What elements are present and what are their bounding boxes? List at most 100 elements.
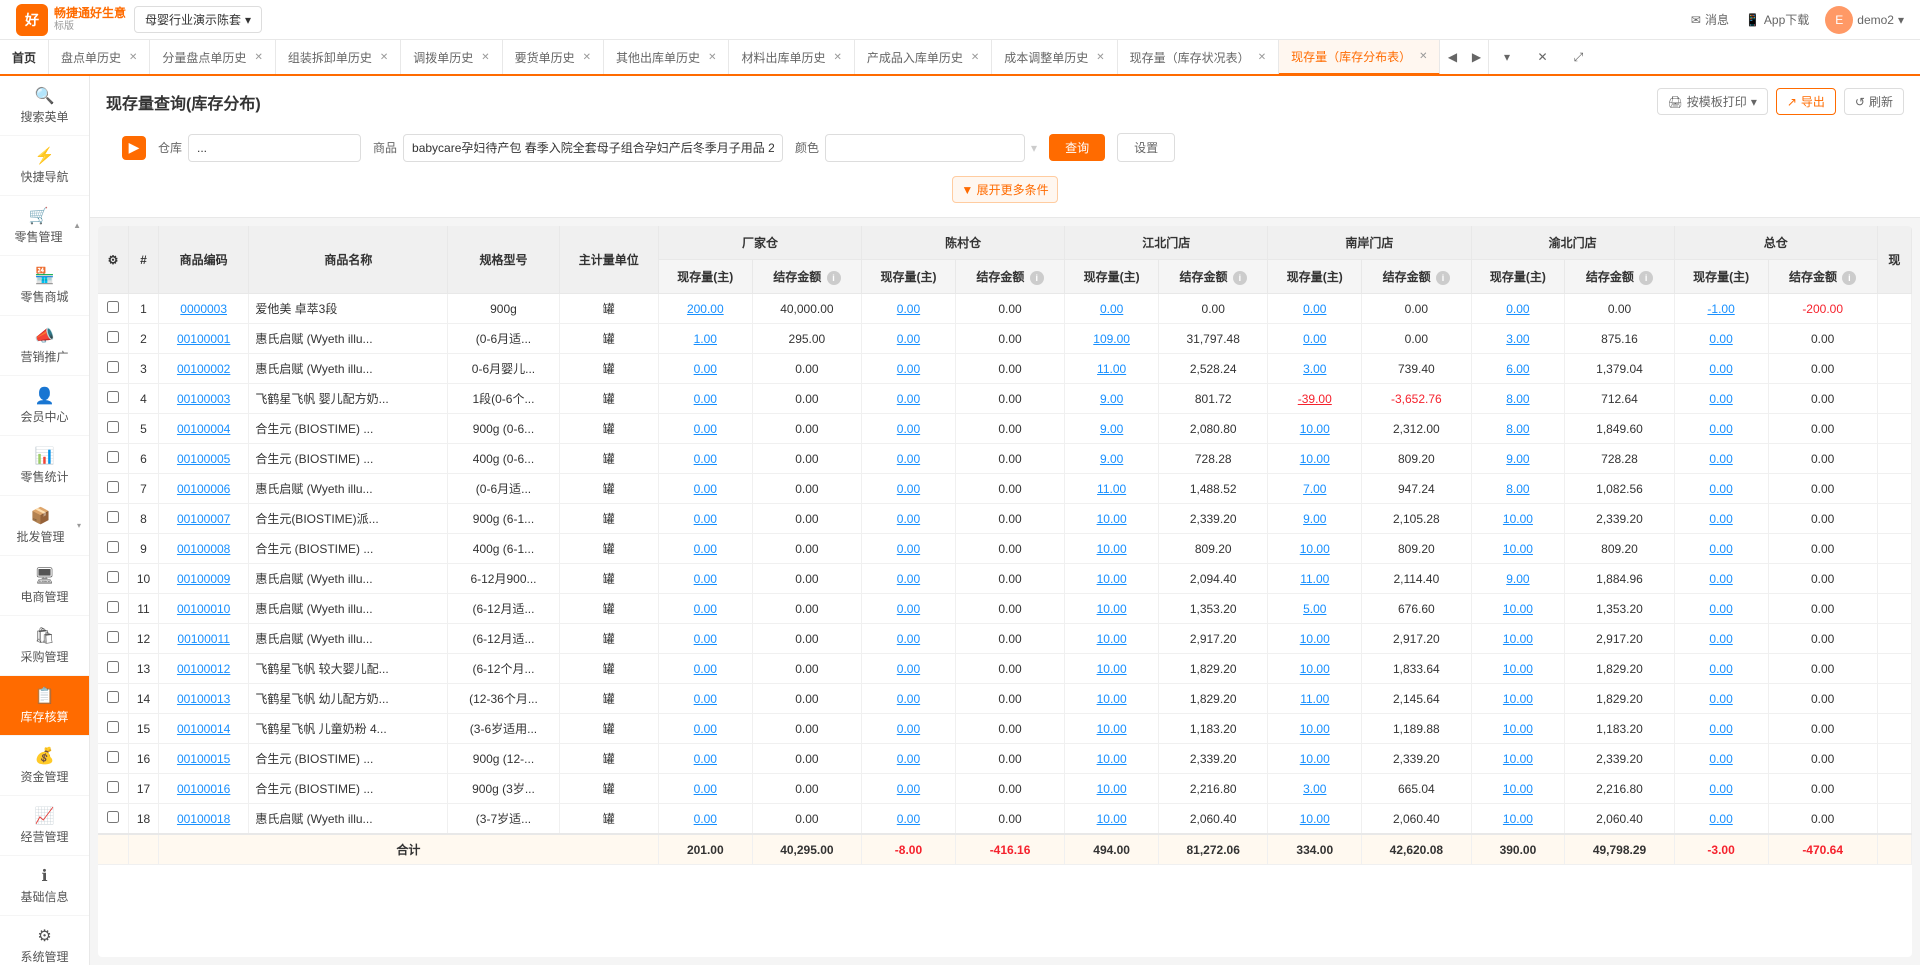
row-factory-qty[interactable]: 0.00 bbox=[658, 624, 752, 654]
filter-collapse-btn[interactable]: ▶ bbox=[122, 136, 146, 160]
row-check[interactable] bbox=[98, 294, 129, 324]
row-code[interactable]: 00100002 bbox=[159, 354, 249, 384]
row-code[interactable]: 00100004 bbox=[159, 414, 249, 444]
row-jiangbei-qty[interactable]: 10.00 bbox=[1065, 774, 1159, 804]
close-icon[interactable]: ✕ bbox=[1096, 52, 1104, 63]
row-yubei-qty[interactable]: 10.00 bbox=[1471, 534, 1565, 564]
row-nanan-qty[interactable]: 10.00 bbox=[1268, 714, 1362, 744]
goods-input[interactable] bbox=[403, 134, 783, 162]
refresh-btn[interactable]: ↺ 刷新 bbox=[1844, 88, 1904, 115]
tab-home[interactable]: 首页 bbox=[0, 40, 49, 75]
row-chenshi-qty[interactable]: 0.00 bbox=[862, 654, 956, 684]
message-btn[interactable]: ✉ 消息 bbox=[1691, 11, 1729, 28]
row-chenshi-qty[interactable]: 0.00 bbox=[862, 504, 956, 534]
row-factory-qty[interactable]: 0.00 bbox=[658, 774, 752, 804]
row-total-qty[interactable]: 0.00 bbox=[1674, 714, 1768, 744]
info-icon[interactable]: i bbox=[1842, 271, 1856, 285]
row-code[interactable]: 00100016 bbox=[159, 774, 249, 804]
close-icon[interactable]: ✕ bbox=[971, 52, 979, 63]
app-download-btn[interactable]: 📱 App下载 bbox=[1745, 11, 1809, 28]
tab-zuzhuang[interactable]: 组装拆卸单历史 ✕ bbox=[276, 40, 401, 75]
sidebar-item-basic-info[interactable]: ℹ 基础信息 bbox=[0, 856, 89, 916]
row-factory-qty[interactable]: 0.00 bbox=[658, 474, 752, 504]
sidebar-item-member[interactable]: 👤 会员中心 bbox=[0, 376, 89, 436]
row-yubei-qty[interactable]: 10.00 bbox=[1471, 654, 1565, 684]
close-icon[interactable]: ✕ bbox=[481, 52, 489, 63]
row-yubei-qty[interactable]: 10.00 bbox=[1471, 804, 1565, 835]
row-check[interactable] bbox=[98, 384, 129, 414]
row-nanan-qty[interactable]: 11.00 bbox=[1268, 564, 1362, 594]
row-jiangbei-qty[interactable]: 10.00 bbox=[1065, 594, 1159, 624]
row-chenshi-qty[interactable]: 0.00 bbox=[862, 744, 956, 774]
row-yubei-qty[interactable]: 6.00 bbox=[1471, 354, 1565, 384]
row-factory-qty[interactable]: 0.00 bbox=[658, 444, 752, 474]
tab-more-btn[interactable]: ▾ bbox=[1488, 40, 1524, 75]
row-jiangbei-qty[interactable]: 0.00 bbox=[1065, 294, 1159, 324]
row-total-qty[interactable]: 0.00 bbox=[1674, 444, 1768, 474]
close-icon[interactable]: ✕ bbox=[583, 52, 591, 63]
row-yubei-qty[interactable]: 3.00 bbox=[1471, 324, 1565, 354]
tab-diaopo[interactable]: 调拨单历史 ✕ bbox=[401, 40, 502, 75]
row-chenshi-qty[interactable]: 0.00 bbox=[862, 684, 956, 714]
sidebar-item-retail-mgmt[interactable]: 🛒 零售管理 ▲ bbox=[0, 196, 89, 256]
sidebar-item-purchase[interactable]: 🛍 采购管理 bbox=[0, 616, 89, 676]
row-factory-qty[interactable]: 0.00 bbox=[658, 744, 752, 774]
tab-expand-btn[interactable]: ⤢ bbox=[1560, 40, 1596, 75]
row-nanan-qty[interactable]: 10.00 bbox=[1268, 804, 1362, 835]
row-code[interactable]: 0000003 bbox=[159, 294, 249, 324]
row-factory-qty[interactable]: 0.00 bbox=[658, 594, 752, 624]
row-factory-qty[interactable]: 0.00 bbox=[658, 414, 752, 444]
tab-qita[interactable]: 其他出库单历史 ✕ bbox=[604, 40, 729, 75]
row-chenshi-qty[interactable]: 0.00 bbox=[862, 534, 956, 564]
row-total-qty[interactable]: 0.00 bbox=[1674, 654, 1768, 684]
row-total-qty[interactable]: 0.00 bbox=[1674, 414, 1768, 444]
row-nanan-qty[interactable]: 0.00 bbox=[1268, 294, 1362, 324]
close-icon[interactable]: ✕ bbox=[129, 52, 137, 63]
row-nanan-qty[interactable]: 7.00 bbox=[1268, 474, 1362, 504]
row-nanan-qty[interactable]: 10.00 bbox=[1268, 534, 1362, 564]
sidebar-item-operations[interactable]: 📈 经营管理 bbox=[0, 796, 89, 856]
row-factory-qty[interactable]: 1.00 bbox=[658, 324, 752, 354]
row-chenshi-qty[interactable]: 0.00 bbox=[862, 624, 956, 654]
query-btn[interactable]: 查询 bbox=[1049, 134, 1105, 161]
row-factory-qty[interactable]: 0.00 bbox=[658, 534, 752, 564]
info-icon[interactable]: i bbox=[1233, 271, 1247, 285]
row-yubei-qty[interactable]: 9.00 bbox=[1471, 564, 1565, 594]
close-icon[interactable]: ✕ bbox=[1258, 52, 1266, 63]
row-code[interactable]: 00100003 bbox=[159, 384, 249, 414]
row-chenshi-qty[interactable]: 0.00 bbox=[862, 714, 956, 744]
row-jiangbei-qty[interactable]: 9.00 bbox=[1065, 444, 1159, 474]
sidebar-item-retail-stats[interactable]: 📊 零售统计 bbox=[0, 436, 89, 496]
row-jiangbei-qty[interactable]: 10.00 bbox=[1065, 744, 1159, 774]
row-yubei-qty[interactable]: 8.00 bbox=[1471, 474, 1565, 504]
row-total-qty[interactable]: 0.00 bbox=[1674, 684, 1768, 714]
row-yubei-qty[interactable]: 10.00 bbox=[1471, 624, 1565, 654]
row-total-qty[interactable]: 0.00 bbox=[1674, 534, 1768, 564]
row-jiangbei-qty[interactable]: 10.00 bbox=[1065, 804, 1159, 835]
row-factory-qty[interactable]: 0.00 bbox=[658, 564, 752, 594]
row-chenshi-qty[interactable]: 0.00 bbox=[862, 354, 956, 384]
info-icon[interactable]: i bbox=[1030, 271, 1044, 285]
row-chenshi-qty[interactable]: 0.00 bbox=[862, 594, 956, 624]
th-settings[interactable]: ⚙ bbox=[98, 226, 129, 294]
row-code[interactable]: 00100009 bbox=[159, 564, 249, 594]
row-code[interactable]: 00100018 bbox=[159, 804, 249, 835]
row-jiangbei-qty[interactable]: 10.00 bbox=[1065, 714, 1159, 744]
company-selector[interactable]: 母婴行业演示陈套 ▾ bbox=[134, 6, 262, 33]
close-icon[interactable]: ✕ bbox=[1419, 51, 1427, 62]
row-check[interactable] bbox=[98, 774, 129, 804]
sidebar-item-wholesale[interactable]: 📦 批发管理 ▾ bbox=[0, 496, 89, 556]
row-nanan-qty[interactable]: 10.00 bbox=[1268, 744, 1362, 774]
row-total-qty[interactable]: 0.00 bbox=[1674, 474, 1768, 504]
row-nanan-qty[interactable]: 3.00 bbox=[1268, 354, 1362, 384]
close-icon[interactable]: ✕ bbox=[708, 52, 716, 63]
row-factory-qty[interactable]: 0.00 bbox=[658, 804, 752, 835]
color-input[interactable] bbox=[825, 134, 1025, 162]
tab-yaohuo[interactable]: 要货单历史 ✕ bbox=[503, 40, 604, 75]
close-icon[interactable]: ✕ bbox=[254, 52, 262, 63]
row-total-qty[interactable]: 0.00 bbox=[1674, 564, 1768, 594]
row-chenshi-qty[interactable]: 0.00 bbox=[862, 474, 956, 504]
row-jiangbei-qty[interactable]: 10.00 bbox=[1065, 504, 1159, 534]
row-jiangbei-qty[interactable]: 11.00 bbox=[1065, 474, 1159, 504]
row-total-qty[interactable]: 0.00 bbox=[1674, 384, 1768, 414]
